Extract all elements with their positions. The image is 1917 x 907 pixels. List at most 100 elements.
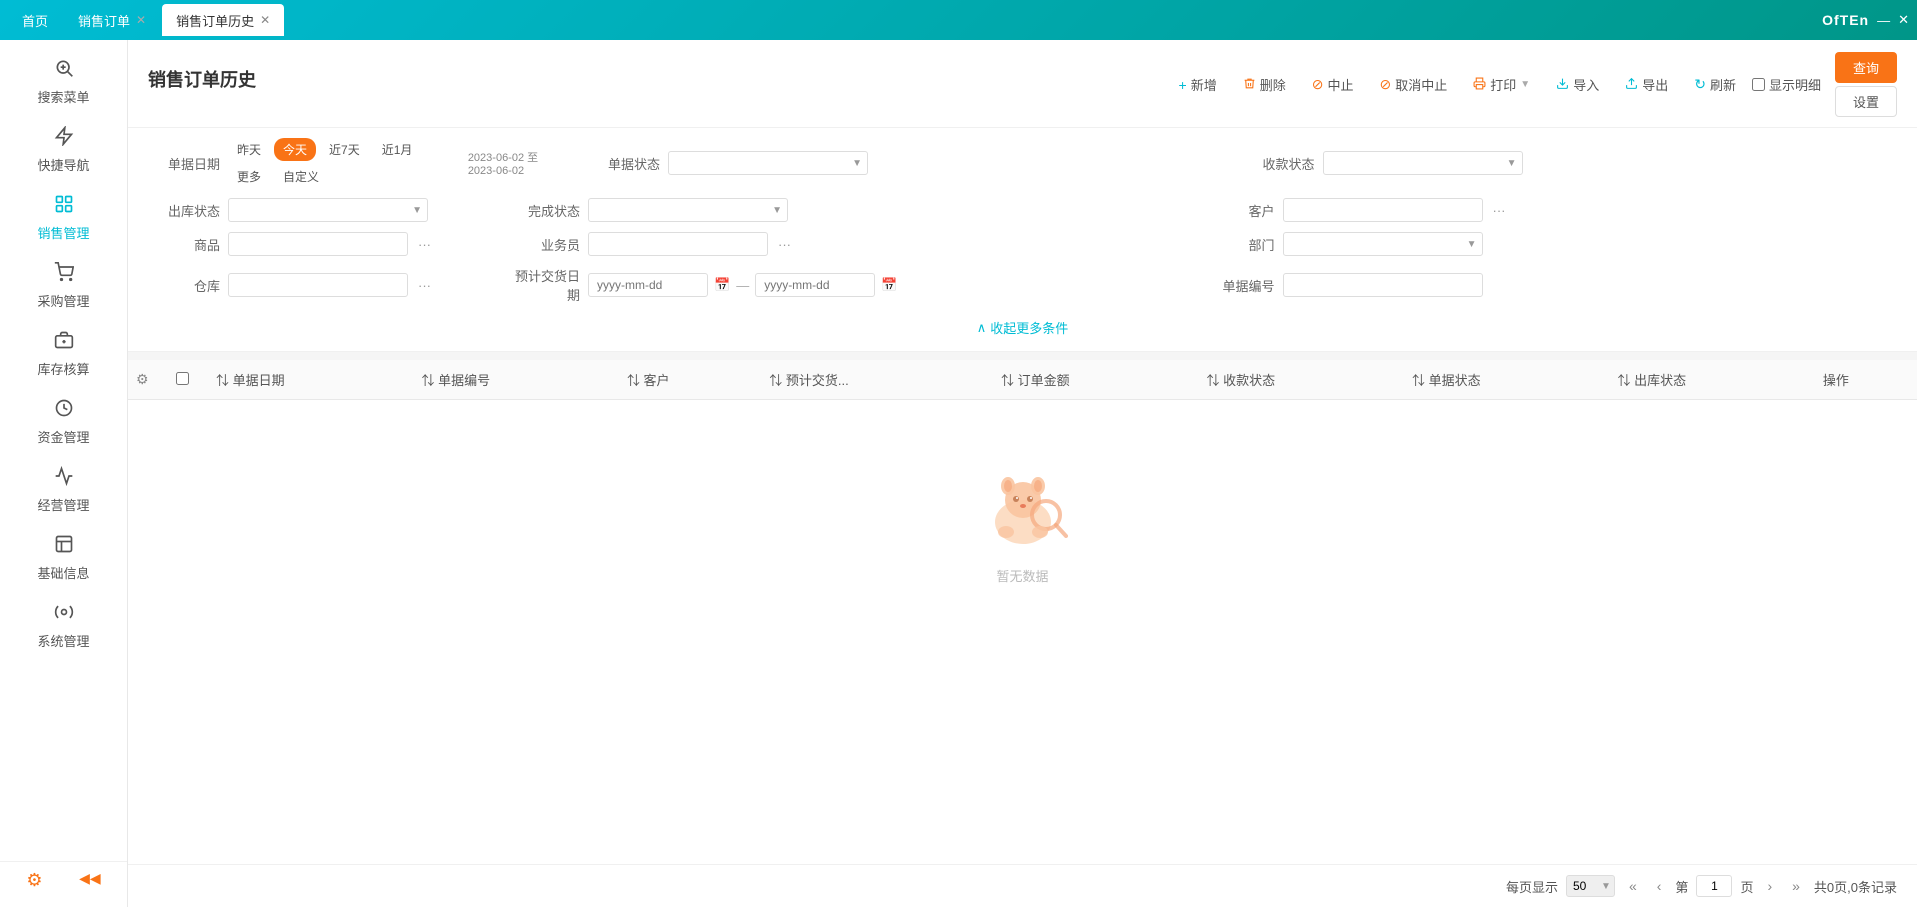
- empty-text: 暂无数据: [996, 566, 1048, 585]
- date-tag-today[interactable]: 今天: [274, 138, 316, 161]
- delete-button[interactable]: 删除: [1233, 71, 1296, 98]
- settings-button[interactable]: 设置: [1835, 86, 1897, 117]
- stop-button[interactable]: ⊘ 中止: [1302, 71, 1364, 98]
- collapse-row[interactable]: ∧ 收起更多条件: [148, 314, 1897, 341]
- print-button[interactable]: 打印 ▼: [1463, 71, 1540, 98]
- last-page-button[interactable]: »: [1786, 876, 1806, 896]
- product-label: 商品: [148, 235, 228, 254]
- completion-status-label: 完成状态: [508, 201, 588, 220]
- pagination-bar: 每页显示 50 10 20 100 ▼ « ‹ 第 页 › » 共0页,0条记录: [128, 864, 1917, 907]
- sidebar-item-basic-info[interactable]: 基础信息: [0, 524, 127, 592]
- date-tag-more[interactable]: 更多: [228, 165, 270, 188]
- warehouse-control: ···: [228, 273, 488, 297]
- table-settings-gear-button[interactable]: ⚙: [136, 371, 149, 388]
- first-page-button[interactable]: «: [1623, 876, 1643, 896]
- query-button[interactable]: 查询: [1835, 52, 1897, 83]
- product-dots-btn[interactable]: ···: [414, 237, 435, 252]
- delivery-date-to[interactable]: [755, 273, 875, 297]
- warehouse-dots-btn[interactable]: ···: [414, 278, 435, 293]
- customer-input[interactable]: [1283, 198, 1483, 222]
- order-status-label: 单据状态: [588, 154, 668, 173]
- sidebar-item-finance[interactable]: 资金管理: [0, 388, 127, 456]
- purchase-mgmt-icon: [54, 262, 74, 287]
- salesperson-input[interactable]: [588, 232, 768, 256]
- th-customer-label: ⇅ 客户: [627, 373, 670, 388]
- date-tag-1month[interactable]: 近1月: [373, 138, 422, 161]
- next-page-button[interactable]: ›: [1761, 876, 1778, 896]
- table-header: ⚙ ⇅ 单据日期 ⇅ 单据编号 ⇅ 客户: [128, 360, 1917, 400]
- sidebar-item-purchase-mgmt[interactable]: 采购管理: [0, 252, 127, 320]
- th-number-label: ⇅ 单据编号: [421, 373, 490, 388]
- close-window-btn[interactable]: ✕: [1898, 12, 1909, 28]
- th-number: ⇅ 单据编号: [413, 360, 618, 400]
- sidebar-item-quick-nav[interactable]: 快捷导航: [0, 116, 127, 184]
- delivery-status-select[interactable]: [228, 198, 428, 222]
- th-action-label: 操作: [1823, 373, 1849, 388]
- sidebar-item-sys-mgmt[interactable]: 系统管理: [0, 592, 127, 660]
- print-dropdown-icon[interactable]: ▼: [1520, 79, 1530, 90]
- prev-page-button[interactable]: ‹: [1651, 876, 1668, 896]
- warehouse-input[interactable]: [228, 273, 408, 297]
- product-input[interactable]: [228, 232, 408, 256]
- dept-select[interactable]: [1283, 232, 1483, 256]
- sidebar-item-operations[interactable]: 经营管理: [0, 456, 127, 524]
- sidebar-item-inventory[interactable]: 库存核算: [0, 320, 127, 388]
- dept-control: ▼: [1283, 232, 1898, 256]
- warehouse-label: 仓库: [148, 276, 228, 295]
- th-order-amount: ⇅ 订单金额: [993, 360, 1198, 400]
- tab-sales-order-history-close[interactable]: ✕: [260, 13, 270, 27]
- show-detail-checkbox-label[interactable]: 显示明细: [1752, 75, 1821, 94]
- th-order-amount-label: ⇅ 订单金额: [1001, 373, 1070, 388]
- th-delivery-status: ⇅ 出库状态: [1609, 360, 1814, 400]
- sidebar-item-sales-mgmt[interactable]: 销售管理: [0, 184, 127, 252]
- sidebar-item-inventory-label: 库存核算: [37, 359, 89, 378]
- tab-sales-order-history[interactable]: 销售订单历史 ✕: [162, 4, 284, 36]
- cancel-stop-label: 取消中止: [1395, 75, 1447, 94]
- export-button[interactable]: 导出: [1615, 71, 1678, 98]
- calendar-to-icon[interactable]: 📅: [881, 277, 897, 293]
- sidebar-item-search-menu[interactable]: 搜索菜单: [0, 48, 127, 116]
- current-page-input[interactable]: [1696, 875, 1732, 897]
- refresh-icon: ↻: [1694, 76, 1706, 93]
- delivery-status-select-wrapper: ▼: [228, 198, 428, 222]
- import-button[interactable]: 导入: [1546, 71, 1609, 98]
- customer-dots-btn[interactable]: ···: [1489, 203, 1510, 218]
- refresh-button[interactable]: ↻ 刷新: [1684, 71, 1746, 98]
- date-tag-custom[interactable]: 自定义: [274, 165, 328, 188]
- order-status-control: ▼: [668, 151, 1243, 175]
- date-tag-group: 昨天 今天 近7天 近1月 更多 自定义: [228, 138, 458, 188]
- date-range-dash: —: [736, 278, 749, 293]
- pay-status-select[interactable]: [1323, 151, 1523, 175]
- add-icon: +: [1179, 77, 1187, 93]
- refresh-label: 刷新: [1710, 75, 1736, 94]
- volume-icon[interactable]: ◀◀: [79, 870, 101, 891]
- date-tag-yesterday[interactable]: 昨天: [228, 138, 270, 161]
- tab-sales-order-close[interactable]: ✕: [136, 13, 146, 27]
- top-bar: 首页 销售订单 ✕ 销售订单历史 ✕ OfTEn — ✕: [0, 0, 1917, 40]
- settings-gear-icon[interactable]: ⚙: [26, 870, 42, 891]
- print-icon: [1473, 77, 1486, 93]
- tab-sales-order-label: 销售订单: [78, 11, 130, 30]
- salesperson-dots-btn[interactable]: ···: [774, 237, 795, 252]
- cancel-stop-button[interactable]: ⊘ 取消中止: [1370, 71, 1458, 98]
- delivery-date-from[interactable]: [588, 273, 708, 297]
- completion-status-select[interactable]: [588, 198, 788, 222]
- delivery-status-control: ▼: [228, 198, 488, 222]
- order-number-input[interactable]: [1283, 273, 1483, 297]
- calendar-from-icon[interactable]: 📅: [714, 277, 730, 293]
- delivery-date-label: 预计交货日期: [508, 266, 588, 304]
- main-layout: 搜索菜单 快捷导航 销售管理 采购管理 库存核算: [0, 40, 1917, 907]
- page-size-select[interactable]: 50 10 20 100: [1566, 875, 1615, 897]
- tab-home[interactable]: 首页: [8, 4, 62, 36]
- minimize-btn[interactable]: —: [1877, 13, 1890, 28]
- show-detail-checkbox[interactable]: [1752, 78, 1765, 91]
- add-button[interactable]: + 新增: [1169, 71, 1227, 98]
- order-status-select[interactable]: [668, 151, 868, 175]
- quick-nav-icon: [54, 126, 74, 151]
- search-menu-icon: [54, 58, 74, 83]
- date-tag-7days[interactable]: 近7天: [320, 138, 369, 161]
- delete-icon: [1243, 77, 1256, 93]
- select-all-checkbox[interactable]: [176, 372, 189, 385]
- stop-label: 中止: [1328, 75, 1354, 94]
- tab-sales-order[interactable]: 销售订单 ✕: [64, 4, 160, 36]
